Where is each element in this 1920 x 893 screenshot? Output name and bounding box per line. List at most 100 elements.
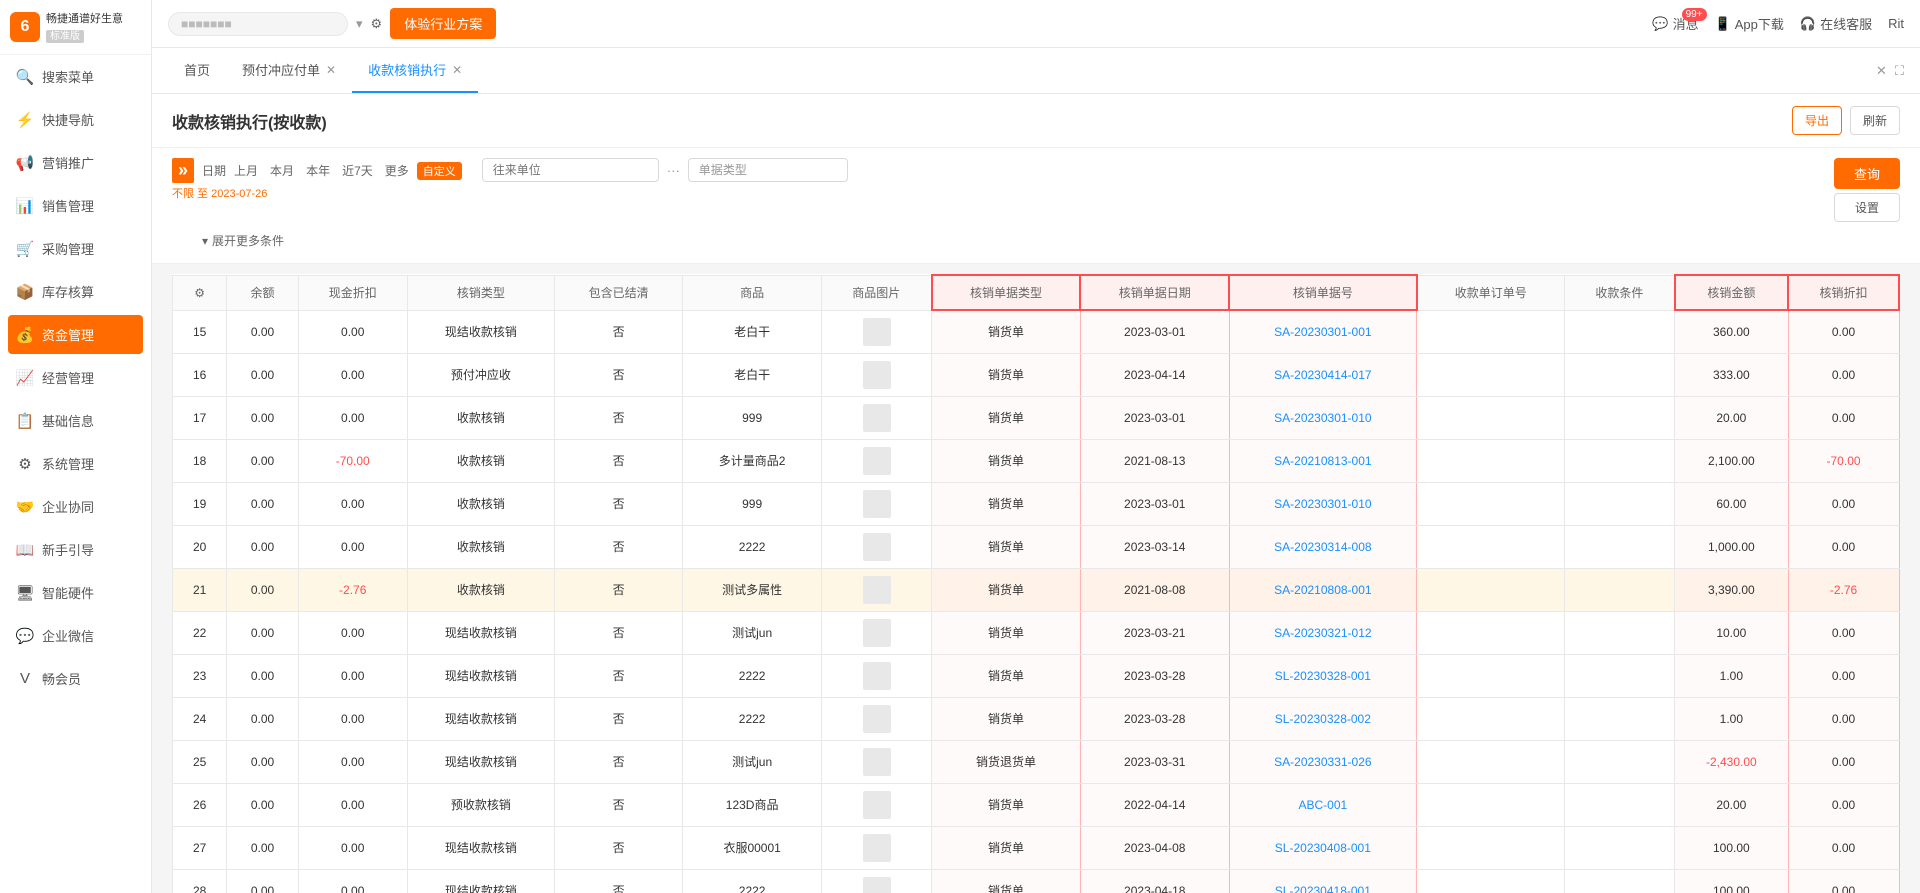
cell-doc-no-link[interactable]: SA-20230414-017 [1274,368,1371,382]
setting-button[interactable]: 设置 [1834,193,1900,222]
topbar-settings-icon[interactable]: ⚙ [371,16,383,32]
this-year-link[interactable]: 本年 [302,160,334,181]
topbar: ■■■■■■■ ▾ ⚙ 体验行业方案 💬 消息 99+ 📱 App下载 🎧 在线… [152,0,1920,48]
cell-doc-no[interactable]: SA-20230301-010 [1229,396,1416,439]
expand-more-conditions[interactable]: ▾ 展开更多条件 [172,228,1900,253]
cell-goods: 测试jun [683,740,822,783]
user-display[interactable]: Rit [1888,16,1904,31]
tab-label: 预付冲应付单 [242,60,320,79]
cell-doc-no-link[interactable]: SA-20230301-001 [1274,325,1371,339]
online-service-link[interactable]: 🎧 在线客服 [1800,14,1872,33]
cell-amount: 333.00 [1675,353,1789,396]
sidebar-item-purchase[interactable]: 🛒 采购管理 [0,227,151,270]
tab-close-prepay[interactable]: ✕ [326,63,336,77]
industry-solution-button[interactable]: 体验行业方案 [390,8,496,39]
sidebar-item-guide[interactable]: 📖 新手引导 [0,528,151,571]
cell-doc-no-link[interactable]: SA-20210808-001 [1274,583,1371,597]
sidebar-item-finance[interactable]: 💰 资金管理 [8,315,143,354]
cell-receipt-order-no [1417,869,1565,893]
custom-date-btn[interactable]: 自定义 [417,162,462,180]
cell-doc-no-link[interactable]: SA-20230314-008 [1274,540,1371,554]
cell-goods: 123D商品 [683,783,822,826]
sidebar-item-hardware[interactable]: 🖥 智能硬件 [0,571,151,614]
cell-doc-no-link[interactable]: SL-20230418-001 [1275,884,1371,893]
cell-doc-no[interactable]: SA-20210808-001 [1229,568,1416,611]
cell-type: 现结收款核销 [407,869,554,893]
cell-doc-no[interactable]: SL-20230408-001 [1229,826,1416,869]
cell-cash-discount: 0.00 [298,826,407,869]
cell-doc-no[interactable]: SL-20230328-001 [1229,654,1416,697]
cell-doc-no[interactable]: SA-20210813-001 [1229,439,1416,482]
cell-doc-no[interactable]: SA-20230331-026 [1229,740,1416,783]
table-row: 180.00-70.00收款核销否多计量商品2销货单2021-08-13SA-2… [173,439,1900,482]
cell-goods-image [822,310,932,353]
sidebar-item-basic-info[interactable]: 📋 基础信息 [0,399,151,442]
message-badge[interactable]: 💬 消息 99+ [1652,14,1698,33]
cell-doc-no-link[interactable]: SA-20210813-001 [1274,454,1371,468]
this-month-link[interactable]: 本月 [266,160,298,181]
cell-include-settled: 否 [555,783,683,826]
sidebar-item-inventory[interactable]: 📦 库存核算 [0,270,151,313]
cell-cash-discount: 0.00 [298,482,407,525]
cell-doc-no[interactable]: SA-20230321-012 [1229,611,1416,654]
cell-doc-no[interactable]: SL-20230418-001 [1229,869,1416,893]
cell-include-settled: 否 [555,697,683,740]
query-button[interactable]: 查询 [1834,158,1900,189]
cell-doc-no-link[interactable]: SL-20230408-001 [1275,841,1371,855]
inventory-icon: 📦 [16,283,34,301]
cell-doc-no-link[interactable]: SL-20230328-001 [1275,669,1371,683]
cell-doc-no-link[interactable]: SA-20230301-010 [1274,497,1371,511]
tab-home[interactable]: 首页 [168,48,226,93]
single-type-select[interactable]: 单据类型 [688,158,848,182]
sidebar-item-sales[interactable]: 📊 销售管理 [0,184,151,227]
cell-balance: 0.00 [227,482,298,525]
cell-doc-no-link[interactable]: SL-20230328-002 [1275,712,1371,726]
sidebar-item-operations[interactable]: 📈 经营管理 [0,356,151,399]
sidebar-item-wechat[interactable]: 💬 企业微信 [0,614,151,657]
last-month-link[interactable]: 上月 [230,160,262,181]
sidebar-item-enterprise[interactable]: 🤝 企业协同 [0,485,151,528]
tab-close-receipt[interactable]: ✕ [452,63,462,77]
tab-prepay[interactable]: 预付冲应付单 ✕ [226,48,352,93]
cell-id: 20 [173,525,227,568]
cell-doc-no-link[interactable]: SA-20230301-010 [1274,411,1371,425]
cell-doc-no-link[interactable]: SA-20230331-026 [1274,755,1371,769]
cell-goods-image [822,439,932,482]
cell-doc-no[interactable]: SA-20230301-001 [1229,310,1416,353]
cell-doc-no-link[interactable]: SA-20230321-012 [1274,626,1371,640]
tab-receipt-exec[interactable]: 收款核销执行 ✕ [352,48,478,93]
sidebar-item-marketing[interactable]: 📢 营销推广 [0,141,151,184]
partner-input[interactable] [482,158,659,182]
service-icon: 🎧 [1800,16,1816,32]
tab-close-all-icon[interactable]: ✕ [1876,63,1887,79]
cell-include-settled: 否 [555,826,683,869]
sidebar-item-search[interactable]: 🔍 搜索菜单 [0,55,151,98]
sidebar-item-vip[interactable]: V 畅会员 [0,657,151,700]
cell-doc-date: 2023-03-28 [1080,697,1229,740]
cell-doc-no[interactable]: SA-20230314-008 [1229,525,1416,568]
cell-receipt-order-no [1417,439,1565,482]
more-link[interactable]: 更多 [381,160,413,181]
sidebar-item-quicknav[interactable]: ⚡ 快捷导航 [0,98,151,141]
export-button[interactable]: 导出 [1792,106,1842,135]
cell-doc-no[interactable]: SL-20230328-002 [1229,697,1416,740]
app-download-link[interactable]: 📱 App下载 [1715,14,1784,33]
cell-amount: 100.00 [1675,826,1789,869]
finance-icon: 💰 [16,326,34,344]
sidebar-item-system[interactable]: ⚙ 系统管理 [0,442,151,485]
filter-expand-icon[interactable]: » [172,158,194,183]
refresh-button[interactable]: 刷新 [1850,106,1900,135]
topbar-dropdown-icon[interactable]: ▾ [356,16,363,32]
cell-doc-no[interactable]: SA-20230301-010 [1229,482,1416,525]
cell-amount: 100.00 [1675,869,1789,893]
cell-doc-no[interactable]: ABC-001 [1229,783,1416,826]
col-settings[interactable]: ⚙ [173,275,227,310]
cell-doc-no-link[interactable]: ABC-001 [1299,798,1348,812]
tab-expand-icon[interactable]: ⛶ [1895,63,1904,79]
cell-doc-no[interactable]: SA-20230414-017 [1229,353,1416,396]
cell-include-settled: 否 [555,482,683,525]
last-7days-link[interactable]: 近7天 [338,160,377,181]
cell-doc-type: 销货单 [932,869,1081,893]
cell-doc-date: 2023-04-14 [1080,353,1229,396]
wechat-icon: 💬 [16,627,34,645]
